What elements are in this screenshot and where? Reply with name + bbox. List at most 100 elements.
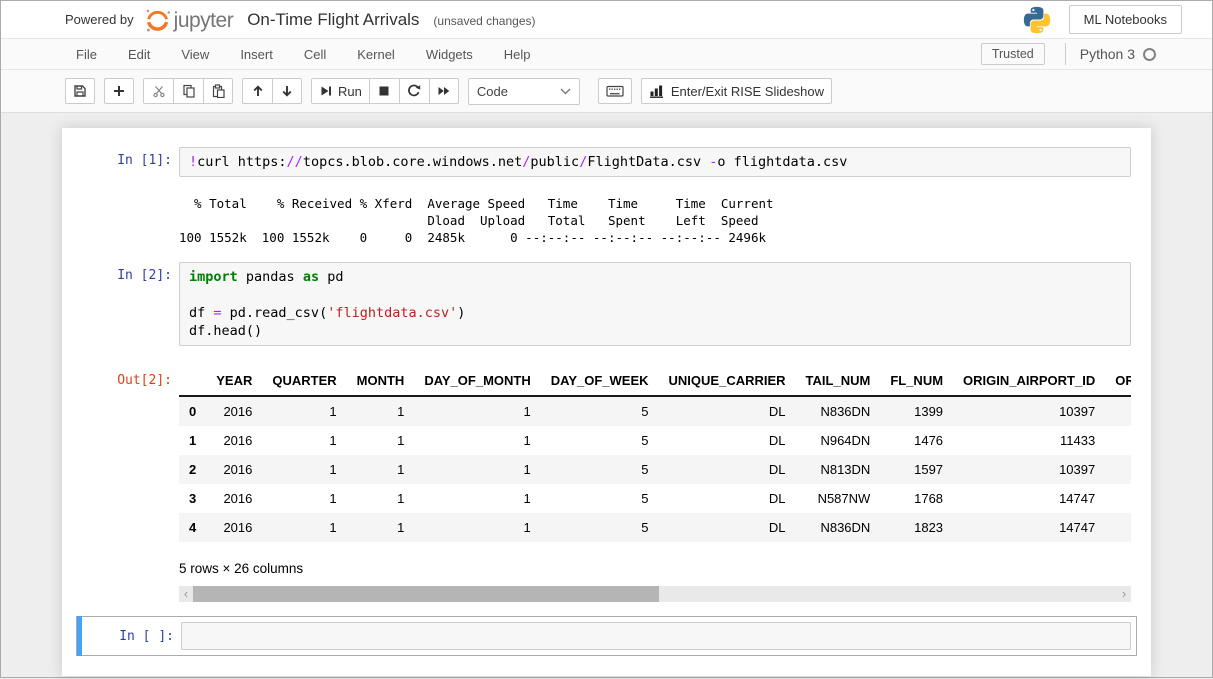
- notebook-header: Powered by jupyter On-Time Flight Arriva…: [1, 1, 1212, 39]
- empty-cell-selected[interactable]: In [ ]:: [76, 616, 1137, 656]
- output-cell-1: % Total % Received % Xferd Average Speed…: [62, 182, 1151, 251]
- scroll-right-icon[interactable]: ›: [1117, 586, 1131, 602]
- autosave-status: (unsaved changes): [433, 11, 535, 28]
- table-cell: 1: [262, 396, 346, 426]
- menu-cell[interactable]: Cell: [304, 47, 326, 62]
- table-cell: 14747: [953, 484, 1105, 513]
- menu-help[interactable]: Help: [504, 47, 531, 62]
- cell-type-value: Code: [477, 84, 508, 99]
- scroll-left-icon[interactable]: ‹: [179, 586, 193, 602]
- table-cell: 1399: [880, 396, 953, 426]
- menu-widgets[interactable]: Widgets: [426, 47, 473, 62]
- keyboard-icon: [606, 84, 624, 98]
- table-cell: 1: [414, 513, 540, 542]
- stop-icon: [377, 84, 391, 98]
- add-cell-button[interactable]: [104, 78, 134, 104]
- table-cell: 2016: [206, 396, 262, 426]
- jupyter-logo[interactable]: jupyter: [144, 7, 234, 33]
- table-cell: 5: [541, 513, 659, 542]
- restart-run-all-button[interactable]: [429, 78, 459, 104]
- input-prompt-1: In [1]:: [62, 147, 172, 168]
- code-token: o flightdata.csv: [717, 154, 847, 170]
- paste-cell-button[interactable]: [203, 78, 233, 104]
- table-cell: 1597: [880, 455, 953, 484]
- code-token: !: [189, 154, 197, 170]
- table-cell: 2016: [206, 513, 262, 542]
- code-token: import: [189, 269, 238, 285]
- powered-by-label: Powered by: [65, 12, 134, 27]
- save-button[interactable]: [65, 78, 95, 104]
- table-cell: 1: [262, 455, 346, 484]
- interrupt-kernel-button[interactable]: [369, 78, 399, 104]
- column-header: ORIGIN: [1105, 366, 1131, 396]
- code-token: public: [530, 154, 579, 170]
- table-cell: SEA: [1105, 513, 1131, 542]
- table-cell: 10397: [953, 455, 1105, 484]
- notebook-title[interactable]: On-Time Flight Arrivals: [247, 10, 419, 30]
- dataframe-wrapper: YEARQUARTERMONTHDAY_OF_MONTHDAY_OF_WEEKU…: [179, 364, 1131, 542]
- menu-kernel[interactable]: Kernel: [357, 47, 395, 62]
- table-cell: 1476: [880, 426, 953, 455]
- selected-cell-bar: [77, 616, 82, 656]
- table-cell: 1: [347, 396, 415, 426]
- code-input-2[interactable]: import pandas as pd df = pd.read_csv('fl…: [179, 262, 1131, 346]
- run-cell-button[interactable]: Run: [311, 78, 369, 104]
- table-cell: 1: [347, 455, 415, 484]
- trusted-button[interactable]: Trusted: [981, 43, 1045, 65]
- column-header: QUARTER: [262, 366, 346, 396]
- column-header: FL_NUM: [880, 366, 953, 396]
- move-cell-down-button[interactable]: [272, 78, 302, 104]
- divider: [1065, 43, 1066, 65]
- move-cell-up-button[interactable]: [242, 78, 272, 104]
- code-line: df.head(): [189, 322, 1121, 340]
- code-token: df: [189, 305, 213, 321]
- command-palette-button[interactable]: [598, 78, 632, 104]
- horizontal-scrollbar[interactable]: ‹ ›: [179, 586, 1131, 602]
- table-row: 120161115DLN964DN147611433DTW...: [179, 426, 1131, 455]
- row-index: 4: [179, 513, 206, 542]
- table-cell: 1: [347, 484, 415, 513]
- save-icon: [73, 84, 87, 98]
- cut-cell-button[interactable]: [143, 78, 173, 104]
- rise-slideshow-button[interactable]: Enter/Exit RISE Slideshow: [641, 78, 832, 104]
- table-cell: 1: [414, 396, 540, 426]
- jupyter-logo-text: jupyter: [174, 9, 234, 33]
- table-cell: N964DN: [796, 426, 881, 455]
- plus-icon: [112, 84, 126, 98]
- column-header: YEAR: [206, 366, 262, 396]
- table-cell: 1: [262, 484, 346, 513]
- menu-insert[interactable]: Insert: [240, 47, 273, 62]
- table-cell: 1: [414, 484, 540, 513]
- code-token: FlightData.csv: [587, 154, 709, 170]
- menu-file[interactable]: File: [76, 47, 97, 62]
- table-header-row: YEARQUARTERMONTHDAY_OF_MONTHDAY_OF_WEEKU…: [179, 366, 1131, 396]
- refresh-icon: [407, 84, 421, 98]
- blank-code-line: [189, 286, 1121, 304]
- scrollbar-thumb[interactable]: [193, 586, 659, 602]
- output-prompt-spacer: [62, 187, 172, 193]
- copy-cell-button[interactable]: [173, 78, 203, 104]
- kernel-status-icon: [1143, 48, 1156, 61]
- menubar: File Edit View Insert Cell Kernel Widget…: [1, 39, 1212, 70]
- table-cell: 11433: [953, 426, 1105, 455]
- output-prompt-2: Out[2]:: [62, 364, 172, 388]
- ml-notebooks-button[interactable]: ML Notebooks: [1069, 5, 1182, 34]
- cell-type-select[interactable]: Code: [468, 78, 580, 105]
- table-cell: N836DN: [796, 396, 881, 426]
- code-token: =: [213, 305, 221, 321]
- copy-icon: [182, 84, 196, 98]
- table-cell: 5: [541, 484, 659, 513]
- restart-kernel-button[interactable]: [399, 78, 429, 104]
- table-cell: DL: [659, 513, 796, 542]
- code-input-1[interactable]: !curl https://topcs.blob.core.windows.ne…: [179, 147, 1131, 177]
- code-cell-2: In [2]: import pandas as pd df = pd.read…: [62, 257, 1151, 351]
- arrow-up-icon: [251, 84, 265, 98]
- notebook-area: In [1]: !curl https://topcs.blob.core.wi…: [1, 113, 1212, 679]
- code-token: topcs.blob.core.windows.net: [303, 154, 522, 170]
- code-input-empty[interactable]: [181, 622, 1131, 650]
- menu-view[interactable]: View: [181, 47, 209, 62]
- column-header: ORIGIN_AIRPORT_ID: [953, 366, 1105, 396]
- menu-edit[interactable]: Edit: [128, 47, 150, 62]
- table-cell: N813DN: [796, 455, 881, 484]
- table-cell: SEA: [1105, 484, 1131, 513]
